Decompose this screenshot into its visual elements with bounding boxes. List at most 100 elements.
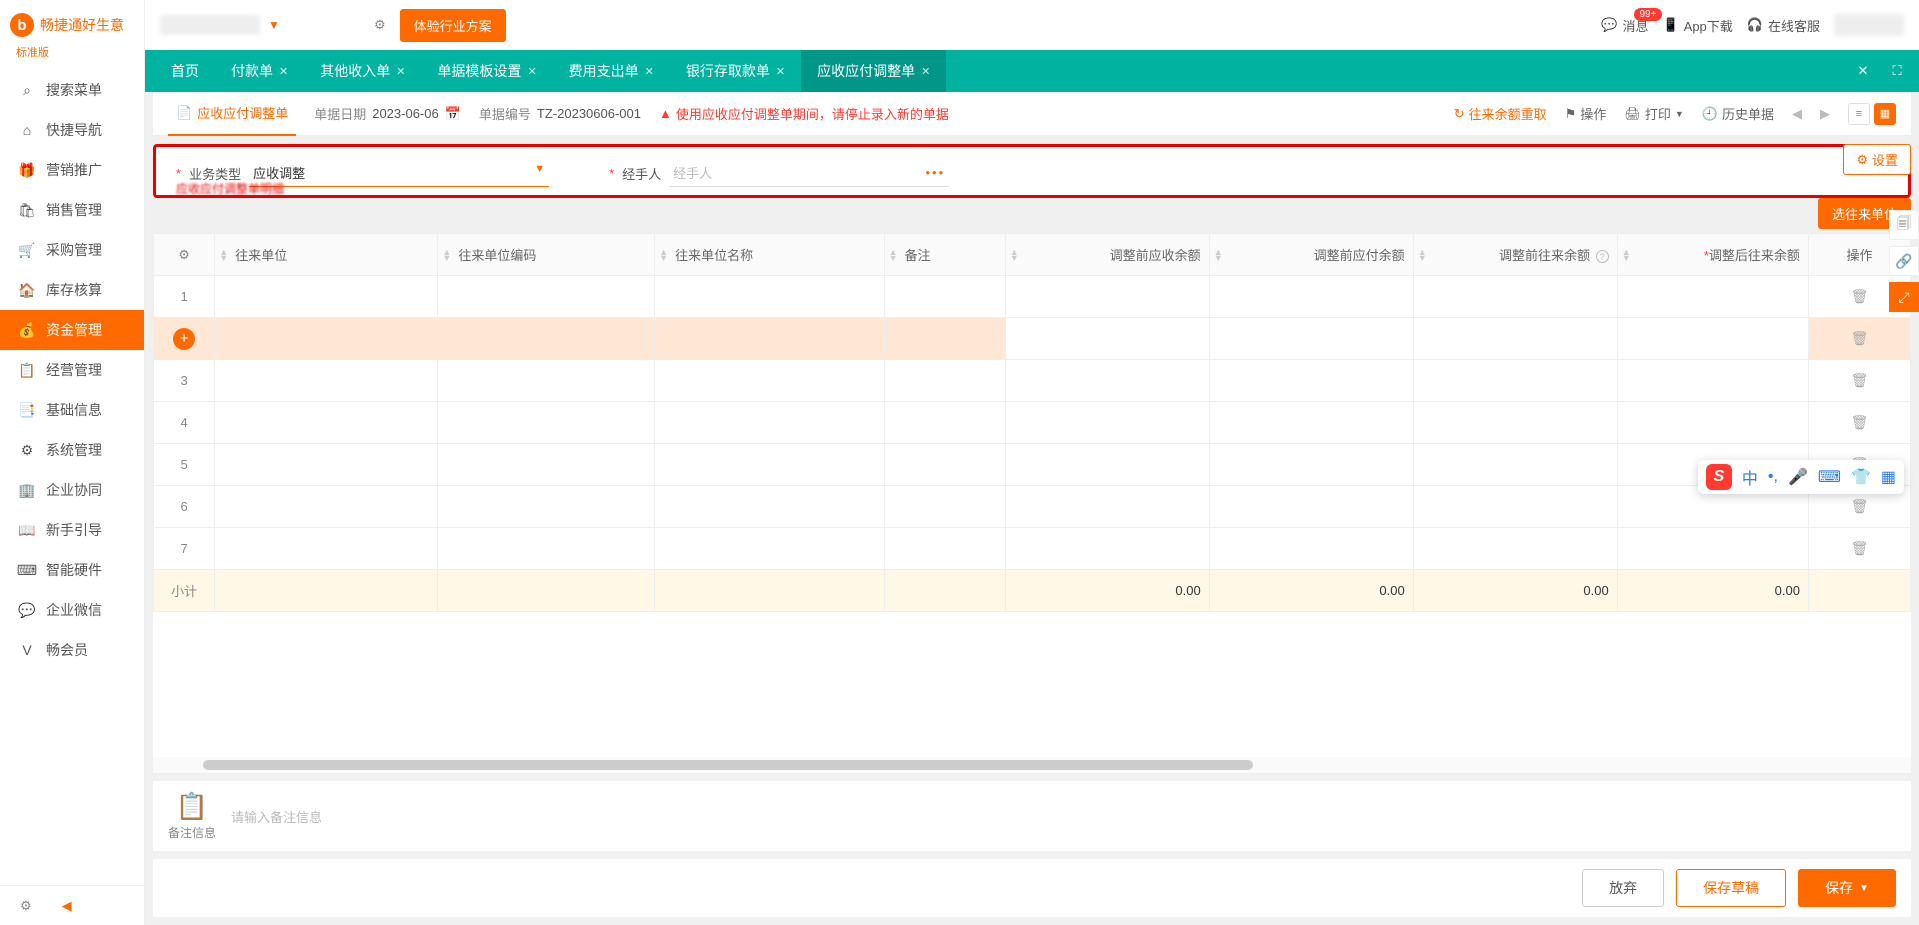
cell[interactable] [438,486,655,528]
cell-num[interactable] [1209,486,1413,528]
cell-num[interactable] [1413,486,1617,528]
cell-num[interactable] [1209,444,1413,486]
user-avatar[interactable] [1834,14,1904,36]
cell[interactable] [438,276,655,318]
cell[interactable] [655,276,885,318]
sidebar-item-8[interactable]: 📑基础信息 [0,390,144,430]
trash-icon[interactable]: 🗑 [1851,372,1869,388]
reget-balance-button[interactable]: ↻ 往来余额重取 [1454,104,1547,123]
row-delete[interactable]: 🗑 [1808,360,1910,402]
doc-date-value[interactable]: 2023-06-06 [372,106,439,121]
close-icon[interactable]: ✕ [776,65,785,78]
tab-3[interactable]: 单据模板设置✕ [421,50,552,92]
table-row[interactable]: 1🗑 [154,276,1911,318]
cell-num[interactable] [1005,318,1209,360]
table-row[interactable]: 5🗑 [154,444,1911,486]
cell[interactable] [884,402,1005,444]
cell[interactable] [884,528,1005,570]
col-bal-before[interactable]: ▲▼调整前往来余额 ? [1413,234,1617,276]
sidebar-item-7[interactable]: 📋经营管理 [0,350,144,390]
table-row[interactable]: 3🗑 [154,360,1911,402]
sidebar-item-14[interactable]: V畅会员 [0,630,144,670]
cell-num[interactable] [1413,276,1617,318]
handler-input[interactable]: 经手人 ••• [669,159,949,187]
collapse-icon[interactable]: ◀ [62,898,72,914]
settings-icon[interactable]: ⚙ [20,898,32,914]
customer-service-link[interactable]: 🎧 在线客服 [1747,16,1820,35]
col-ar-before[interactable]: ▲▼调整前应收余额 [1005,234,1209,276]
cell-num[interactable] [1005,486,1209,528]
save-draft-button[interactable]: 保存草稿 [1676,869,1786,907]
close-icon[interactable]: ✕ [645,65,654,78]
cell-num[interactable] [1209,276,1413,318]
messages-link[interactable]: 💬 消息 99+ [1601,16,1648,35]
prev-icon[interactable]: ◀ [1792,106,1802,122]
cell-num[interactable] [1005,402,1209,444]
cell[interactable] [884,444,1005,486]
cell-num[interactable] [1005,528,1209,570]
cell-num[interactable] [1209,402,1413,444]
horizontal-scrollbar[interactable] [153,757,1911,773]
cell[interactable] [215,528,438,570]
cell[interactable] [438,528,655,570]
calendar-icon[interactable]: 📅 [445,106,461,122]
sidebar-item-9[interactable]: ⚙系统管理 [0,430,144,470]
cell[interactable] [884,360,1005,402]
table-row[interactable]: 7🗑 [154,528,1911,570]
sidebar-item-2[interactable]: 🎁营销推广 [0,150,144,190]
table-row[interactable]: 6🗑 [154,486,1911,528]
sidebar-item-6[interactable]: 💰资金管理 [0,310,144,350]
discard-button[interactable]: 放弃 [1582,869,1664,907]
cell[interactable] [438,444,655,486]
tab-6[interactable]: 应收应付调整单✕ [801,50,946,92]
cell-num[interactable] [1413,402,1617,444]
col-ap-before[interactable]: ▲▼调整前应付余额 [1209,234,1413,276]
ime-skin-icon[interactable]: 👕 [1851,467,1871,487]
next-icon[interactable]: ▶ [1820,106,1830,122]
tab-2[interactable]: 其他收入单✕ [304,50,421,92]
remark-input[interactable]: 请输入备注信息 [231,807,1896,826]
sidebar-item-13[interactable]: 💬企业微信 [0,590,144,630]
save-button[interactable]: 保存 ▼ [1798,869,1896,907]
cell-num[interactable] [1209,318,1413,360]
rail-note-icon[interactable]: 🗐 [1889,210,1919,240]
cell-num[interactable] [1617,528,1808,570]
cell[interactable] [215,444,438,486]
cell-num[interactable] [1209,528,1413,570]
cell-num[interactable] [1413,444,1617,486]
cell-num[interactable] [1413,360,1617,402]
trash-icon[interactable]: 🗑 [1851,414,1869,430]
view-list-icon[interactable]: ≡ [1848,103,1870,125]
trash-icon[interactable]: 🗑 [1851,498,1869,514]
cell[interactable] [438,360,655,402]
cell[interactable] [438,402,655,444]
ime-toolbox-icon[interactable]: ▦ [1881,467,1896,487]
tab-0[interactable]: 首页 [155,50,215,92]
row-delete[interactable]: 🗑 [1808,402,1910,444]
table-row[interactable]: +🗑 [154,318,1911,360]
cell[interactable] [655,360,885,402]
app-download-link[interactable]: 📱 App下载 [1662,16,1732,35]
cell[interactable] [215,318,438,360]
close-icon[interactable]: ✕ [921,65,930,78]
document-tab[interactable]: 📄 应收应付调整单 [168,92,296,136]
col-remark[interactable]: ▲▼备注 [884,234,1005,276]
org-selector[interactable]: ▼ [160,15,360,35]
col-code[interactable]: ▲▼往来单位编码 [438,234,655,276]
sidebar-item-0[interactable]: ⌕搜索菜单 [0,70,144,110]
close-tab-icon[interactable]: ✕ [1851,59,1875,83]
sidebar-item-5[interactable]: 🏠库存核算 [0,270,144,310]
cell-num[interactable] [1413,528,1617,570]
rail-expand-icon[interactable]: ⤢ [1889,282,1919,312]
cell[interactable] [655,444,885,486]
tab-1[interactable]: 付款单✕ [215,50,304,92]
tab-5[interactable]: 银行存取款单✕ [670,50,801,92]
rail-link-icon[interactable]: 🔗 [1889,246,1919,276]
close-icon[interactable]: ✕ [527,65,536,78]
close-icon[interactable]: ✕ [279,65,288,78]
ime-mic-icon[interactable]: 🎤 [1788,467,1808,487]
col-unit[interactable]: ▲▼往来单位 [215,234,438,276]
cell[interactable] [215,402,438,444]
settings-button[interactable]: ⚙ 设置 [1843,144,1911,175]
history-button[interactable]: 🕘 历史单据 [1702,104,1774,123]
